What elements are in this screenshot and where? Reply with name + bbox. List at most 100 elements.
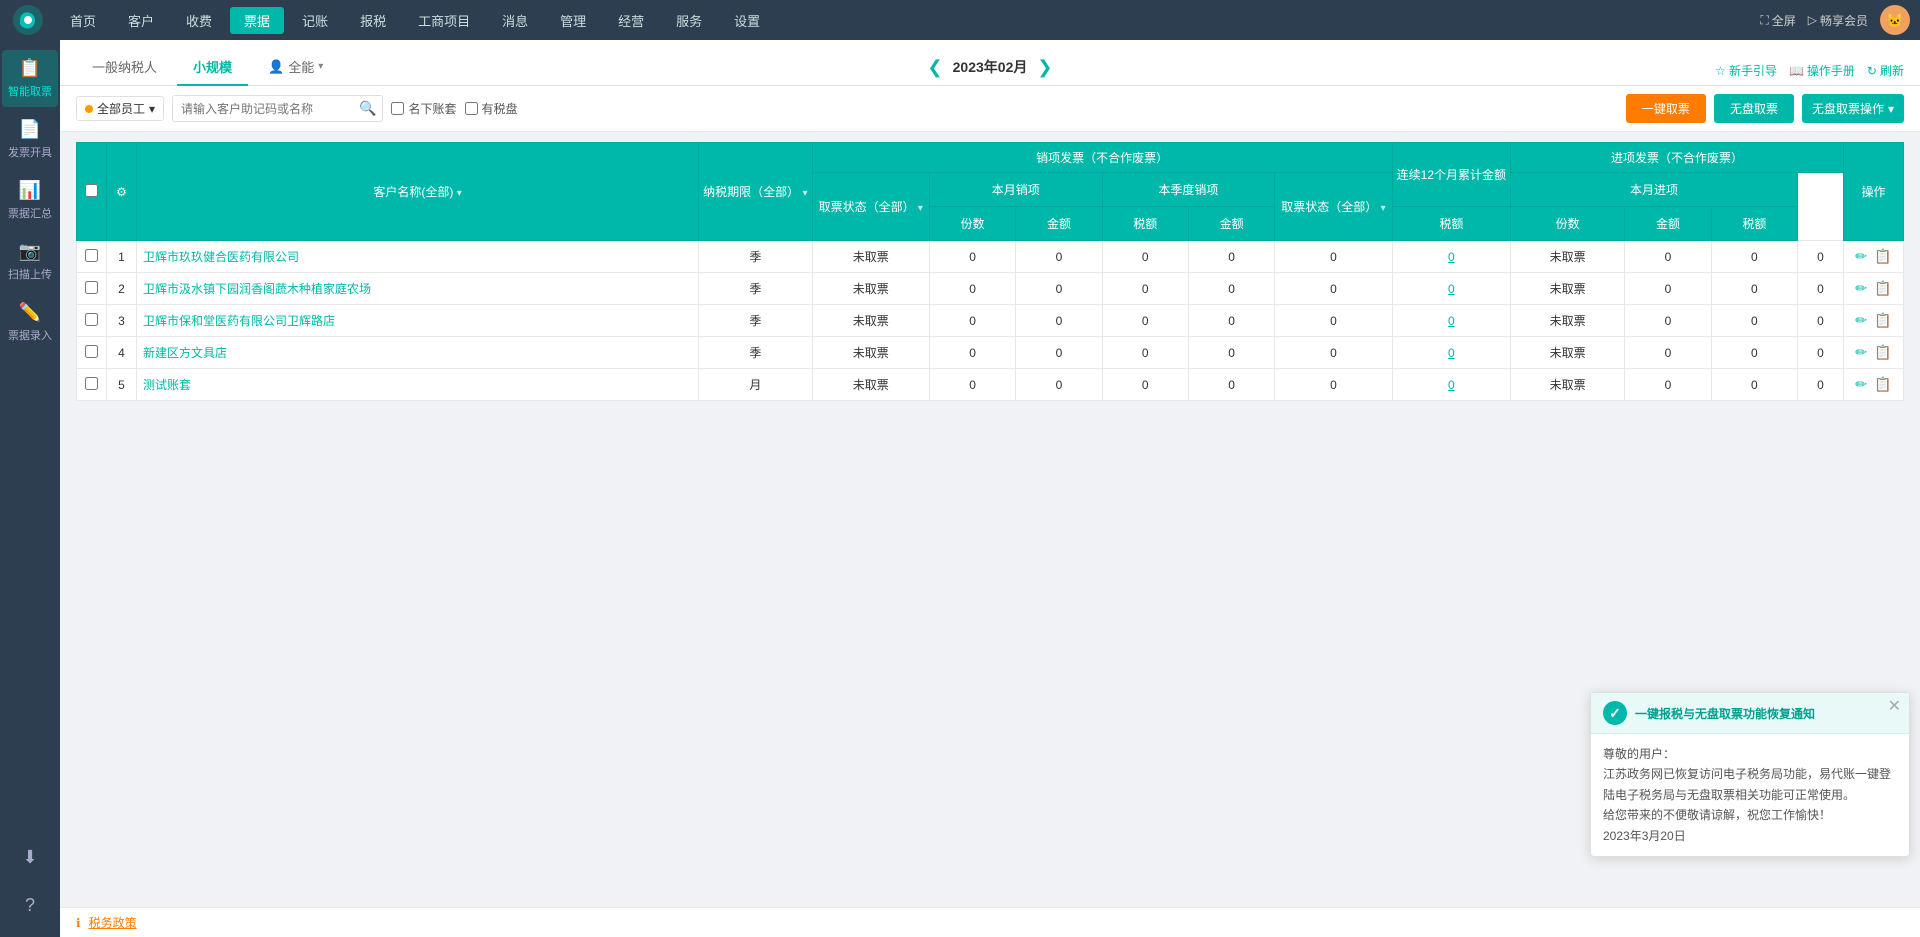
row-checkbox-cell [77, 241, 107, 273]
nav-billing[interactable]: 收费 [172, 7, 226, 34]
sidebar-item-ticket-entry[interactable]: ✏️ 票据录入 [2, 294, 58, 351]
client-filter-icon[interactable]: ▾ [457, 188, 462, 199]
row-purchase-status: 未取票 [1511, 337, 1625, 369]
checkbox-account-input[interactable] [391, 102, 404, 115]
checkbox-tax-device[interactable]: 有税盘 [465, 100, 518, 117]
tab-general-taxpayer[interactable]: 一般纳税人 [76, 49, 173, 86]
search-wrap: 🔍 [172, 95, 383, 122]
popup-date: 2023年3月20日 [1603, 826, 1897, 846]
row-client-name[interactable]: 卫辉市保和堂医药有限公司卫辉路店 [137, 305, 699, 337]
refresh-btn[interactable]: ↻ 刷新 [1867, 62, 1904, 79]
tab-bar: 一般纳税人 小规模 👤 全能 ▾ ❮ 2023年02月 ❯ ☆ 新手引导 📖 操 [60, 40, 1920, 86]
sidebar-item-label-3: 扫描上传 [8, 266, 52, 282]
nav-settings[interactable]: 设置 [720, 7, 774, 34]
row-purchase-month-amount: 0 [1711, 305, 1797, 337]
row-purchase-status: 未取票 [1511, 273, 1625, 305]
row-sales-season-amount: 0 [1188, 305, 1274, 337]
row-checkbox-cell [77, 337, 107, 369]
scan-upload-icon: 📷 [19, 241, 41, 262]
staff-selector[interactable]: 全部员工 ▾ [76, 96, 164, 121]
no-disk-op-btn[interactable]: 无盘取票操作 ▾ [1802, 94, 1904, 123]
nav-services[interactable]: 服务 [662, 7, 716, 34]
nav-tax[interactable]: 报税 [346, 7, 400, 34]
guide-btn[interactable]: ☆ 新手引导 [1715, 62, 1777, 79]
view-icon[interactable]: 📋 [1874, 312, 1891, 328]
tab-all-capable[interactable]: 👤 全能 ▾ [252, 49, 339, 86]
row-sales-month-tax: 0 [1102, 241, 1188, 273]
row-actions-cell: ✏ 📋 [1844, 273, 1904, 305]
row-cumulative[interactable]: 0 [1392, 241, 1510, 273]
member-btn[interactable]: ▷ 畅享会员 [1808, 12, 1868, 29]
ticket-summary-icon: 📊 [19, 180, 41, 201]
tax-period-filter-icon[interactable]: ▾ [803, 188, 808, 199]
period-next-btn[interactable]: ❯ [1037, 58, 1052, 76]
view-icon[interactable]: 📋 [1874, 376, 1891, 392]
row-actions-cell: ✏ 📋 [1844, 241, 1904, 273]
th-sales-season-amount: 金额 [1188, 207, 1274, 241]
row-client-name[interactable]: 卫辉市汲水镇下园润香阁蔬木种植家庭农场 [137, 273, 699, 305]
tab-small-scale[interactable]: 小规模 [177, 49, 248, 86]
nav-home[interactable]: 首页 [56, 7, 110, 34]
nav-clients[interactable]: 客户 [114, 7, 168, 34]
edit-icon[interactable]: ✏ [1855, 344, 1867, 360]
row-checkbox[interactable] [85, 377, 98, 390]
edit-icon[interactable]: ✏ [1855, 280, 1867, 296]
popup-close-btn[interactable]: ✕ [1888, 699, 1901, 715]
sales-status-filter-icon[interactable]: ▾ [918, 203, 923, 214]
fullscreen-btn[interactable]: ⛶ 全屏 [1760, 12, 1795, 29]
dropdown-icon: ▾ [318, 61, 323, 72]
view-icon[interactable]: 📋 [1874, 248, 1891, 264]
row-client-name[interactable]: 卫辉市玖玖健合医药有限公司 [137, 241, 699, 273]
row-checkbox[interactable] [85, 249, 98, 262]
th-purchase-month-tax: 税额 [1711, 207, 1797, 241]
row-client-name[interactable]: 新建区方文具店 [137, 337, 699, 369]
select-all-checkbox[interactable] [85, 184, 98, 197]
nav-tickets[interactable]: 票据 [230, 7, 284, 34]
sidebar-item-invoice-issue[interactable]: 📄 发票开具 [2, 111, 58, 168]
sidebar-download-btn[interactable]: ⬇ [10, 837, 50, 877]
view-icon[interactable]: 📋 [1874, 344, 1891, 360]
row-sales-month-tax: 0 [1102, 273, 1188, 305]
fullscreen-icon: ⛶ [1760, 13, 1768, 28]
nav-business[interactable]: 工商项目 [404, 7, 484, 34]
edit-icon[interactable]: ✏ [1855, 312, 1867, 328]
view-icon[interactable]: 📋 [1874, 280, 1891, 296]
sidebar-item-ticket-summary[interactable]: 📊 票据汇总 [2, 172, 58, 229]
nav-management[interactable]: 管理 [546, 7, 600, 34]
checkbox-account[interactable]: 名下账套 [391, 100, 456, 117]
row-cumulative[interactable]: 0 [1392, 337, 1510, 369]
row-checkbox[interactable] [85, 313, 98, 326]
nav-messages[interactable]: 消息 [488, 7, 542, 34]
edit-icon[interactable]: ✏ [1855, 376, 1867, 392]
row-checkbox[interactable] [85, 281, 98, 294]
row-client-name[interactable]: 测试账套 [137, 369, 699, 401]
row-sales-month-count: 0 [929, 369, 1015, 401]
tax-policy-link[interactable]: 税务政策 [89, 914, 137, 931]
sidebar-help-btn[interactable]: ? [10, 885, 50, 925]
manual-btn[interactable]: 📖 操作手册 [1789, 62, 1855, 79]
one-key-take-btn[interactable]: 一键取票 [1626, 94, 1706, 123]
edit-icon[interactable]: ✏ [1855, 248, 1867, 264]
row-purchase-month-count: 0 [1625, 305, 1711, 337]
checkbox-tax-device-input[interactable] [465, 102, 478, 115]
sidebar-item-smart-ticket[interactable]: 📋 智能取票 [2, 50, 58, 107]
row-checkbox-cell [77, 273, 107, 305]
no-disk-take-btn[interactable]: 无盘取票 [1714, 94, 1794, 123]
popup-header: ✓ 一键报税与无盘取票功能恢复通知 [1591, 693, 1909, 734]
search-input[interactable] [173, 98, 353, 120]
row-cumulative[interactable]: 0 [1392, 369, 1510, 401]
row-checkbox[interactable] [85, 345, 98, 358]
nav-operations[interactable]: 经营 [604, 7, 658, 34]
period-prev-btn[interactable]: ❮ [928, 58, 943, 76]
purchase-status-filter-icon[interactable]: ▾ [1381, 203, 1386, 214]
nav-bookkeeping[interactable]: 记账 [288, 7, 342, 34]
sidebar-item-scan-upload[interactable]: 📷 扫描上传 [2, 233, 58, 290]
user-avatar[interactable]: 🐱 [1880, 5, 1910, 35]
row-cumulative[interactable]: 0 [1392, 305, 1510, 337]
row-cumulative[interactable]: 0 [1392, 273, 1510, 305]
settings-icon[interactable]: ⚙ [116, 185, 127, 199]
search-button[interactable]: 🔍 [353, 96, 382, 121]
nav-right-actions: ⛶ 全屏 ▷ 畅享会员 🐱 [1760, 5, 1910, 35]
row-sales-season-tax: 0 [1275, 241, 1392, 273]
row-sales-status: 未取票 [812, 305, 929, 337]
